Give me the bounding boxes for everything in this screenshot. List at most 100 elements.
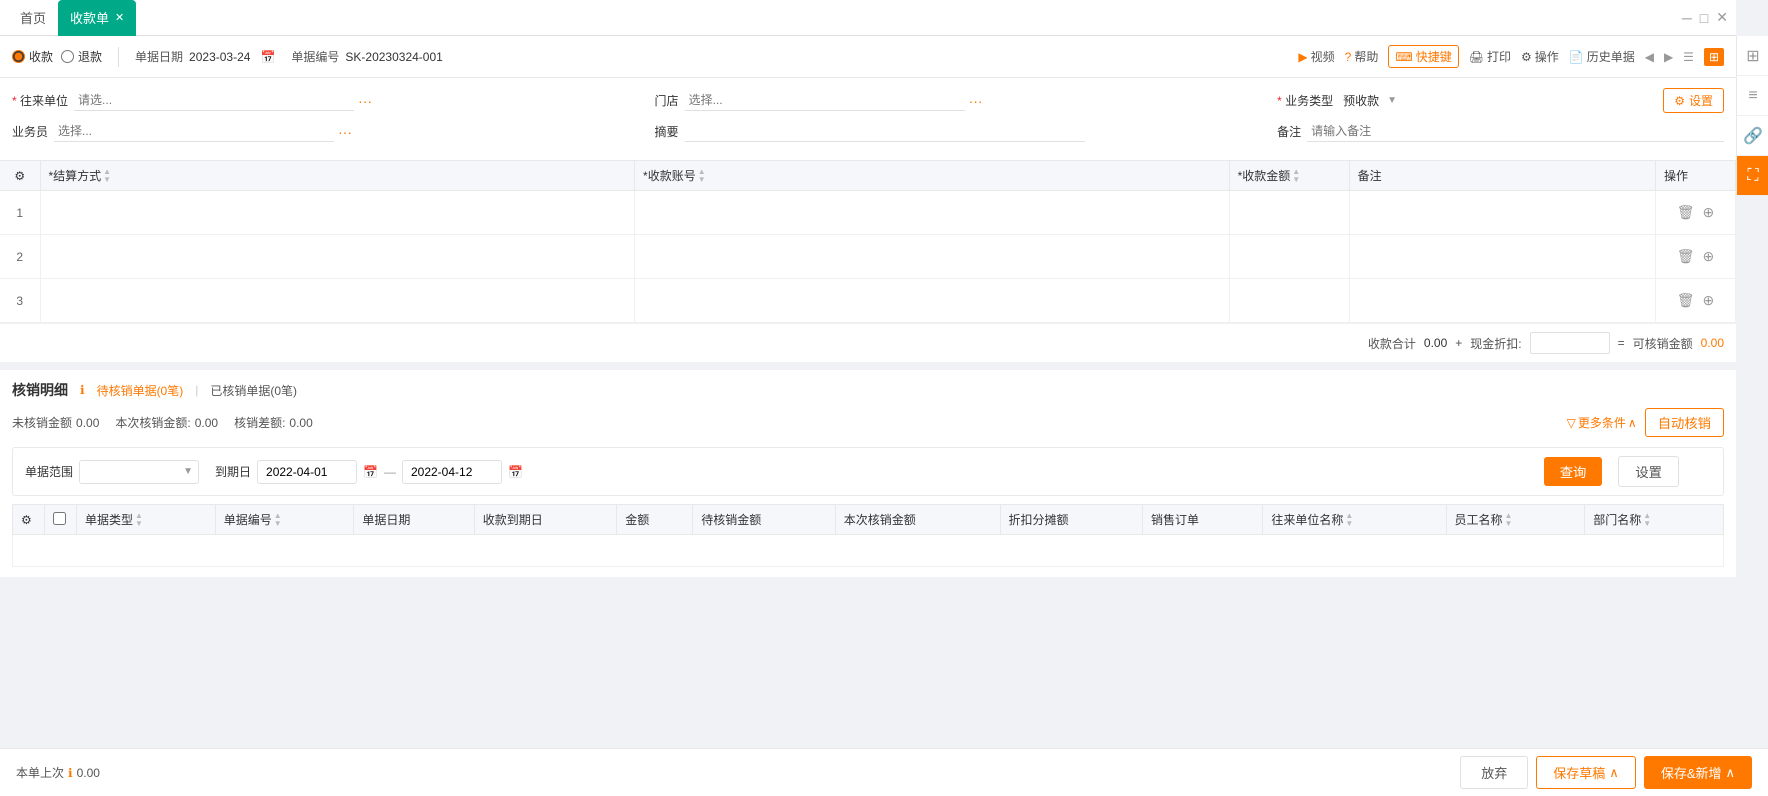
store-field: 门店 ··· xyxy=(635,90,1258,111)
refund-radio[interactable]: 退款 xyxy=(61,48,102,65)
type-sort[interactable]: ▲▼ xyxy=(135,512,143,528)
setup-btn[interactable]: 设置 xyxy=(1618,456,1679,487)
table-icon[interactable]: ⊞ xyxy=(1737,36,1768,76)
pending-tab[interactable]: 待核销单据(0笔) xyxy=(97,382,184,399)
counterpart-sort[interactable]: ▲▼ xyxy=(1345,512,1353,528)
help-btn[interactable]: ? 帮助 xyxy=(1345,48,1379,65)
bt-counterpart-col: 往来单位名称 ▲▼ xyxy=(1263,505,1446,535)
bt-checkbox-col xyxy=(45,505,77,535)
salesman-more-icon[interactable]: ··· xyxy=(338,124,352,140)
bt-settings-col[interactable]: ⚙ xyxy=(13,505,45,535)
row-1-note[interactable] xyxy=(1349,191,1655,235)
date-to-input[interactable] xyxy=(402,460,502,484)
discount-input[interactable] xyxy=(1530,332,1610,354)
table-account-col: *收款账号 ▲▼ xyxy=(635,161,1230,191)
row-2-amount[interactable] xyxy=(1229,235,1349,279)
row-2-delete-icon[interactable]: 🗑 xyxy=(1677,248,1695,265)
tab-receipt[interactable]: 收款单 ✕ xyxy=(58,0,136,36)
settlement-sort[interactable]: ▲▼ xyxy=(103,168,111,184)
nav-right-icon[interactable]: ▶ xyxy=(1664,50,1673,64)
row-2-settlement[interactable] xyxy=(40,235,635,279)
calendar-icon[interactable]: 📅 xyxy=(260,50,275,64)
store-input[interactable] xyxy=(685,90,965,111)
more-conditions-btn[interactable]: ▽ 更多条件 ∧ xyxy=(1567,414,1637,431)
date-to-icon[interactable]: 📅 xyxy=(508,465,523,479)
account-sort[interactable]: ▲▼ xyxy=(698,168,706,184)
close-btn[interactable]: ✕ xyxy=(1716,9,1728,26)
tab-home[interactable]: 首页 xyxy=(8,0,58,36)
bottom-table-wrapper: ⚙ 单据类型 ▲▼ 单据编号 xyxy=(12,504,1724,567)
receipt-radio[interactable]: 收款 xyxy=(12,48,53,65)
shortcut-btn[interactable]: ⌨ 快捷键 xyxy=(1388,45,1458,68)
toolbar-right: ▶ 视频 ? 帮助 ⌨ 快捷键 🖨 打印 ⚙ 操作 📄 历史单据 xyxy=(1298,45,1724,68)
select-all-checkbox[interactable] xyxy=(53,512,66,525)
history-btn[interactable]: 📄 历史单据 xyxy=(1569,48,1635,65)
attachment-icon[interactable]: 🔗 xyxy=(1737,116,1768,156)
print-btn[interactable]: 🖨 打印 xyxy=(1469,48,1511,65)
filter-row: 单据范围 ▼ 到期日 📅 — 📅 查询 设置 xyxy=(12,447,1724,496)
counterpart-more-icon[interactable]: ··· xyxy=(358,93,372,109)
number-sort[interactable]: ▲▼ xyxy=(274,512,282,528)
date-label: 单据日期 xyxy=(135,48,183,65)
row-3-amount[interactable] xyxy=(1229,279,1349,323)
row-3-account[interactable] xyxy=(635,279,1230,323)
note-input[interactable] xyxy=(1307,121,1724,142)
date-from-icon[interactable]: 📅 xyxy=(363,465,378,479)
abandon-btn[interactable]: 放弃 xyxy=(1460,756,1528,789)
counterpart-input[interactable] xyxy=(74,90,354,111)
row-1-delete-icon[interactable]: 🗑 xyxy=(1677,204,1695,221)
table-settings-col[interactable]: ⚙ xyxy=(0,161,40,191)
dept-sort[interactable]: ▲▼ xyxy=(1643,512,1651,528)
verify-info-icon[interactable]: ℹ xyxy=(80,383,85,397)
divider-1 xyxy=(118,47,119,67)
store-more-icon[interactable]: ··· xyxy=(969,93,983,109)
range-select[interactable] xyxy=(79,460,199,484)
row-2-note[interactable] xyxy=(1349,235,1655,279)
video-btn[interactable]: ▶ 视频 xyxy=(1298,48,1334,65)
save-new-btn[interactable]: 保存&新增 ∧ xyxy=(1644,756,1752,789)
diff-stat: 核销差额: 0.00 xyxy=(234,414,313,431)
footer-info-icon[interactable]: ℹ xyxy=(68,766,73,780)
amount-sort[interactable]: ▲▼ xyxy=(1292,168,1300,184)
row-1-copy-icon[interactable]: ⊕ xyxy=(1703,204,1715,221)
row-3-note[interactable] xyxy=(1349,279,1655,323)
bottom-table-header: ⚙ 单据类型 ▲▼ 单据编号 xyxy=(13,505,1724,535)
menu-icon[interactable]: ☰ xyxy=(1683,50,1694,64)
row-2-num: 2 xyxy=(0,235,40,279)
date-from-input[interactable] xyxy=(257,460,357,484)
business-type-value: 预收款 xyxy=(1339,89,1383,112)
grid-icon[interactable]: ⊞ xyxy=(1704,48,1724,66)
row-2-account[interactable] xyxy=(635,235,1230,279)
row-3-copy-icon[interactable]: ⊕ xyxy=(1703,292,1715,309)
diff-label: 核销差额: xyxy=(234,414,285,431)
minimize-btn[interactable]: ─ xyxy=(1682,10,1692,26)
operations-btn[interactable]: ⚙ 操作 xyxy=(1521,48,1559,65)
query-btn[interactable]: 查询 xyxy=(1544,457,1603,486)
available-label: 可核销金额 xyxy=(1633,335,1693,352)
counterpart-field: 往来单位 ··· xyxy=(12,90,635,111)
settings-btn[interactable]: ⚙ 设置 xyxy=(1663,88,1724,113)
row-1-account[interactable] xyxy=(635,191,1230,235)
salesman-input[interactable] xyxy=(54,121,334,142)
expand-icon[interactable]: ⛶ xyxy=(1737,156,1768,196)
bt-dept-col: 部门名称 ▲▼ xyxy=(1585,505,1724,535)
list-icon[interactable]: ≡ xyxy=(1737,76,1768,116)
bt-pending-col: 待核销金额 xyxy=(693,505,836,535)
summary-input[interactable] xyxy=(685,121,1085,142)
row-3-delete-icon[interactable]: 🗑 xyxy=(1677,292,1695,309)
maximize-btn[interactable]: □ xyxy=(1700,10,1708,26)
row-1-settlement[interactable] xyxy=(40,191,635,235)
nav-left-icon[interactable]: ◀ xyxy=(1645,50,1654,64)
business-type-chevron[interactable]: ▼ xyxy=(1387,95,1397,106)
auto-verify-btn[interactable]: 自动核销 xyxy=(1645,408,1724,437)
done-tab[interactable]: 已核销单据(0笔) xyxy=(210,382,297,399)
table-row: 1 🗑 ⊕ xyxy=(0,191,1736,235)
row-1-amount[interactable] xyxy=(1229,191,1349,235)
tab-receipt-close[interactable]: ✕ xyxy=(115,11,124,24)
row-3-settlement[interactable] xyxy=(40,279,635,323)
current-stat: 本次核销金额: 0.00 xyxy=(115,414,218,431)
receipt-table: ⚙ *结算方式 ▲▼ *收款账号 ▲▼ xyxy=(0,161,1736,323)
row-2-copy-icon[interactable]: ⊕ xyxy=(1703,248,1715,265)
save-draft-btn[interactable]: 保存草稿 ∧ xyxy=(1536,756,1636,789)
employee-sort[interactable]: ▲▼ xyxy=(1505,512,1513,528)
